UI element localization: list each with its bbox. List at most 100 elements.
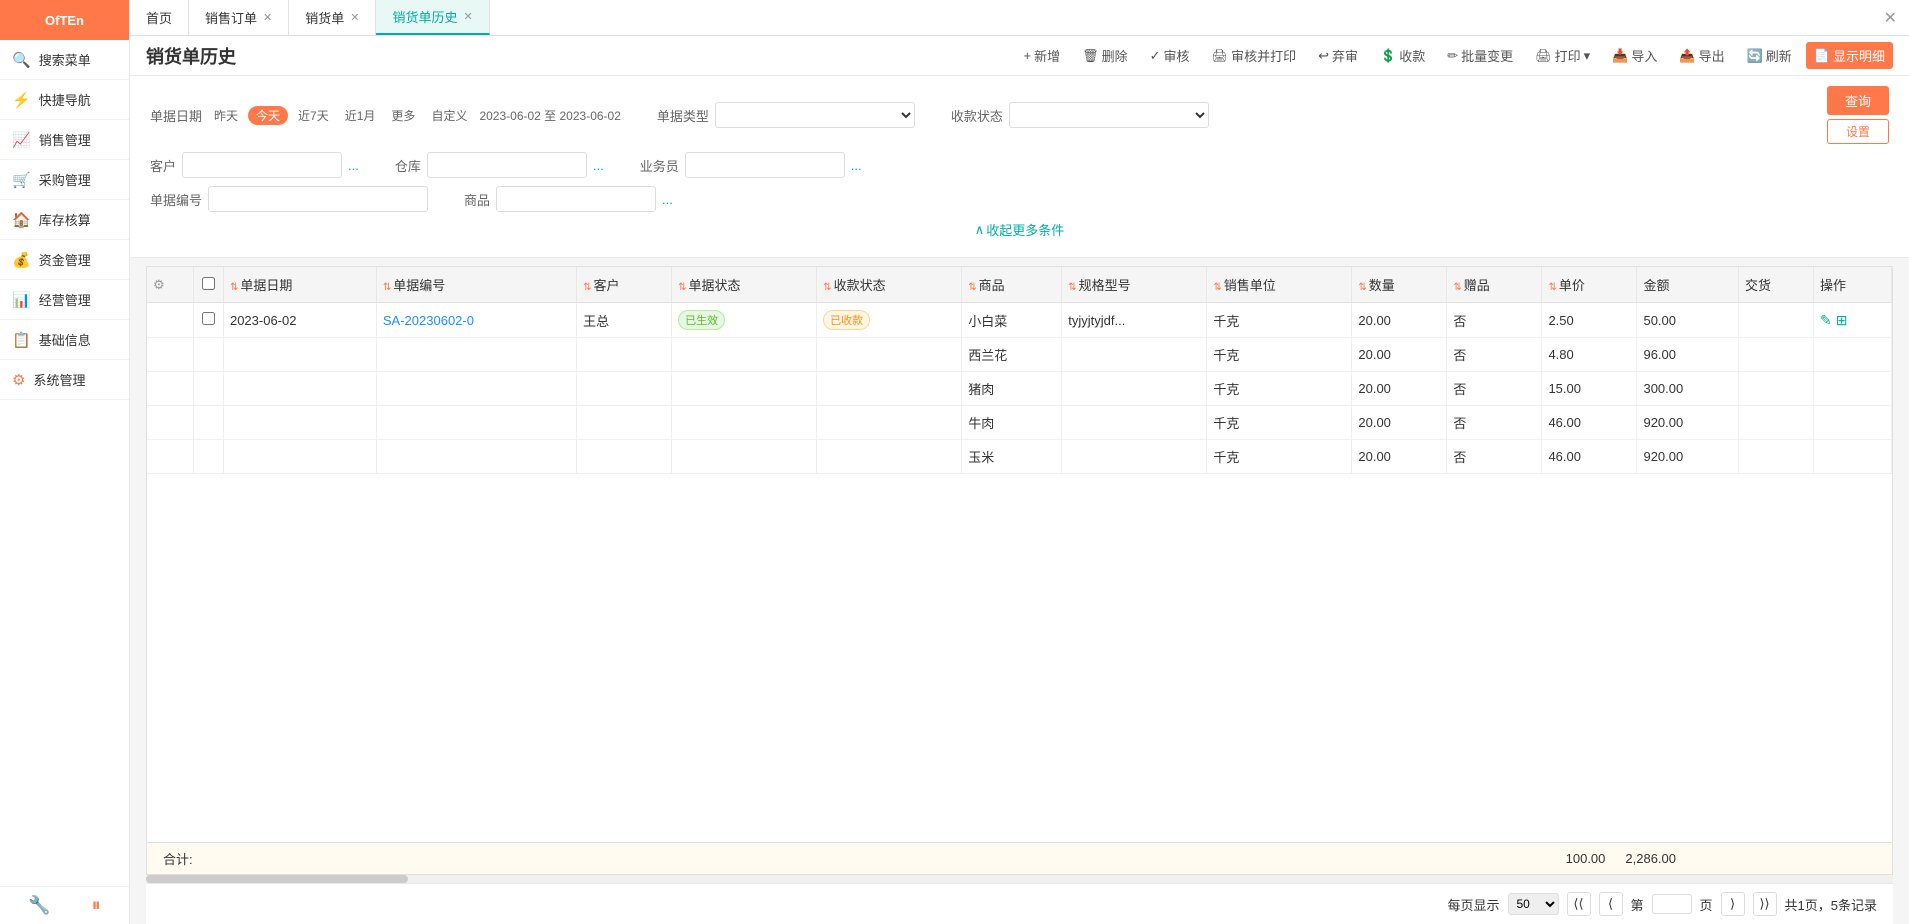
sidebar-item-ops-mgmt[interactable]: 📊 经营管理 [0, 280, 129, 320]
th-quantity[interactable]: ⇅数量 [1352, 267, 1447, 303]
row-copy-icon[interactable]: ⊞ [1836, 312, 1848, 329]
row-goods: 小白菜 [962, 303, 1062, 338]
th-spec-type[interactable]: ⇅规格型号 [1062, 267, 1207, 303]
salesperson-input[interactable] [685, 152, 845, 178]
horizontal-scrollbar[interactable] [146, 875, 1893, 883]
setup-button[interactable]: 设置 [1827, 119, 1889, 144]
collect-status-select[interactable] [1009, 102, 1209, 128]
row-settings [147, 303, 193, 338]
row-unit-price: 2.50 [1542, 303, 1637, 338]
th-doc-date[interactable]: ⇅单据日期 [223, 267, 376, 303]
tab-home[interactable]: 首页 [130, 0, 189, 35]
show-details-button[interactable]: 📄 显示明细 [1806, 42, 1893, 69]
query-button[interactable]: 查询 [1827, 86, 1889, 115]
summary-label: 合计: [163, 849, 223, 868]
batch-change-button[interactable]: ✏ 批量变更 [1439, 42, 1521, 69]
warehouse-ellipsis-btn[interactable]: ... [593, 158, 604, 173]
th-gift[interactable]: ⇅赠品 [1447, 267, 1542, 303]
doc-type-select[interactable] [715, 102, 915, 128]
tab-sales-goods[interactable]: 销货单 ✕ [289, 0, 376, 35]
audit-button[interactable]: ✓ 审核 [1142, 42, 1198, 69]
row-doc-number [376, 406, 576, 440]
date-btn-today[interactable]: 今天 [248, 106, 288, 125]
tab-sales-goods-history[interactable]: 销货单历史 ✕ [376, 0, 489, 35]
customer-ellipsis-btn[interactable]: ... [348, 158, 359, 173]
row-customer [577, 440, 672, 474]
row-collect-status [817, 338, 962, 372]
refresh-button[interactable]: 🔄 刷新 [1739, 42, 1800, 69]
row-actions [1814, 372, 1892, 406]
tab-sales-order[interactable]: 销售订单 ✕ [189, 0, 289, 35]
th-doc-status[interactable]: ⇅单据状态 [672, 267, 817, 303]
export-button[interactable]: 📤 导出 [1671, 42, 1732, 69]
th-doc-number[interactable]: ⇅单据编号 [376, 267, 576, 303]
date-btn-more[interactable]: 更多 [385, 106, 421, 125]
goods-input[interactable] [496, 186, 656, 212]
import-button[interactable]: 📥 导入 [1604, 42, 1665, 69]
table-row: 猪肉 千克 20.00 否 15.00 300.00 [147, 372, 1892, 406]
sidebar-item-sales-mgmt[interactable]: 📈 销售管理 [0, 120, 129, 160]
close-all-tabs-btn[interactable]: ✕ [1872, 8, 1909, 28]
filter-row-2: 客户 ... 仓库 ... 业务员 ... [150, 152, 1889, 178]
summary-amount: 2,286.00 [1625, 851, 1676, 866]
date-btn-7days[interactable]: 近7天 [292, 106, 335, 125]
close-sales-goods-icon[interactable]: ✕ [350, 11, 359, 24]
sidebar-item-quick-nav[interactable]: ⚡ 快捷导航 [0, 80, 129, 120]
customer-input[interactable] [182, 152, 342, 178]
goods-label: 商品 [464, 190, 490, 209]
select-all-checkbox[interactable] [202, 277, 215, 290]
page-number-input[interactable]: 1 [1652, 894, 1692, 914]
th-settings[interactable]: ⚙ [147, 267, 193, 303]
date-btn-yesterday[interactable]: 昨天 [208, 106, 244, 125]
th-collect-status[interactable]: ⇅收款状态 [817, 267, 962, 303]
th-customer[interactable]: ⇅客户 [577, 267, 672, 303]
abandon-button[interactable]: ↩ 弃审 [1310, 42, 1366, 69]
row-doc-date [223, 338, 376, 372]
summary-values: 100.00 2,286.00 [223, 851, 1876, 866]
close-sales-goods-history-icon[interactable]: ✕ [464, 10, 473, 23]
sidebar-item-inventory-calc[interactable]: 🏠 库存核算 [0, 200, 129, 240]
row-gift: 否 [1447, 303, 1542, 338]
delete-button[interactable]: 🗑 删除 [1074, 42, 1136, 69]
warehouse-input[interactable] [427, 152, 587, 178]
print-button[interactable]: 🖨 打印 ▾ [1527, 42, 1598, 69]
table-row: 2023-06-02 SA-20230602-0 王总 已生效 已收款 小白菜 … [147, 303, 1892, 338]
table-header-row: ⚙ ⇅单据日期 ⇅单据编号 ⇅客户 ⇅单据状态 ⇅收款状态 ⇅商品 ⇅规格型号 … [147, 267, 1892, 303]
add-button[interactable]: + 新增 [1015, 42, 1068, 69]
brand-label: OfTEn [45, 13, 84, 28]
sort-icon: ⇅ [1068, 282, 1076, 293]
first-page-btn[interactable]: ⟨⟨ [1567, 892, 1591, 916]
th-goods[interactable]: ⇅商品 [962, 267, 1062, 303]
date-btn-custom[interactable]: 自定义 [425, 106, 473, 125]
salesperson-ellipsis-btn[interactable]: ... [851, 158, 862, 173]
doc-number-link[interactable]: SA-20230602-0 [383, 313, 474, 328]
goods-ellipsis-btn[interactable]: ... [662, 192, 673, 207]
collapse-btn[interactable]: ∧ 收起更多条件 [975, 220, 1065, 239]
sidebar-item-finance-mgmt[interactable]: 💰 资金管理 [0, 240, 129, 280]
row-edit-icon[interactable]: ✎ [1820, 312, 1832, 329]
page-size-select[interactable]: 50 10 20 100 [1508, 893, 1559, 915]
settings-bottom-btn[interactable]: 🔧 [28, 895, 50, 916]
sidebar-item-basic-info[interactable]: 📋 基础信息 [0, 320, 129, 360]
collect-button[interactable]: 💲 收款 [1372, 42, 1433, 69]
sidebar-item-system-mgmt[interactable]: ⚙ 系统管理 [0, 360, 129, 400]
row-quantity: 20.00 [1352, 440, 1447, 474]
th-unit-price[interactable]: ⇅单价 [1542, 267, 1637, 303]
audit-print-button[interactable]: 🖨 审核并打印 [1204, 42, 1305, 69]
sidebar-item-purchase-mgmt[interactable]: 🛒 采购管理 [0, 160, 129, 200]
doc-number-input[interactable] [208, 186, 428, 212]
th-sales-unit[interactable]: ⇅销售单位 [1207, 267, 1352, 303]
refresh-icon: 🔄 [1747, 48, 1763, 64]
close-sales-order-icon[interactable]: ✕ [263, 11, 272, 24]
last-page-btn[interactable]: ⟩⟩ [1753, 892, 1777, 916]
scrollbar-thumb[interactable] [146, 875, 408, 883]
row-transaction [1738, 406, 1813, 440]
sidebar-item-search-menu[interactable]: 🔍 搜索菜单 [0, 40, 129, 80]
pause-bottom-btn[interactable]: ⏸ [92, 895, 101, 916]
row-goods: 西兰花 [962, 338, 1062, 372]
row-select-checkbox[interactable] [202, 312, 215, 325]
next-page-btn[interactable]: ⟩ [1721, 892, 1745, 916]
settings-icon[interactable]: ⚙ [153, 277, 165, 292]
prev-page-btn[interactable]: ⟨ [1599, 892, 1623, 916]
date-btn-1month[interactable]: 近1月 [339, 106, 382, 125]
